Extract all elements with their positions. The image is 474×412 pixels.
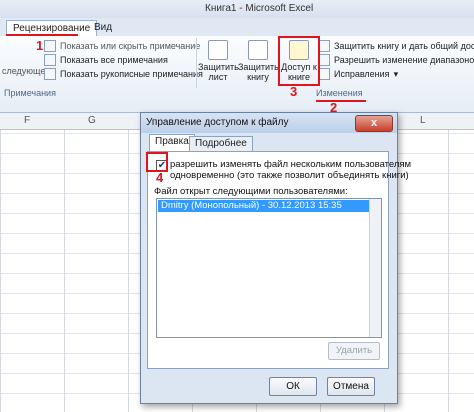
track-changes-button[interactable]: Исправления ▾ xyxy=(318,68,398,80)
annotation-number: 3 xyxy=(290,84,298,99)
annotation-underline xyxy=(316,100,366,102)
ink-icon xyxy=(44,68,56,80)
chevron-down-icon: ▾ xyxy=(393,68,399,79)
show-ink-label: Показать рукописные примечания xyxy=(60,69,203,79)
tab-editing[interactable]: Правка xyxy=(149,134,195,151)
group-notes-label: Примечания xyxy=(4,88,56,98)
show-ink-button[interactable]: Показать рукописные примечания xyxy=(44,68,203,80)
window-title: Книга1 - Microsoft Excel xyxy=(205,3,314,14)
annotation-box xyxy=(278,36,320,86)
show-all-notes-label: Показать все примечания xyxy=(60,55,168,65)
users-list-label: Файл открыт следующими пользователями: xyxy=(154,186,348,197)
annotation-number: 1 xyxy=(36,38,44,53)
annotation-box xyxy=(146,152,168,172)
protect-share-label: Защитить книгу и дать общий доступ xyxy=(334,41,474,51)
allow-ranges-button[interactable]: Разрешить изменение диапазонов xyxy=(318,54,474,66)
ok-button[interactable]: ОК xyxy=(269,377,317,396)
toggle-note-button[interactable]: Показать или скрыть примечание xyxy=(44,40,200,52)
protect-sheet-label: Защитить лист xyxy=(198,62,239,82)
dialog-title: Управление доступом к файлу xyxy=(146,117,289,128)
share-workbook-dialog: Управление доступом к файлу x Правка Под… xyxy=(140,112,411,404)
dialog-title-bar[interactable]: Управление доступом к файлу x xyxy=(141,113,397,133)
show-all-notes-button[interactable]: Показать все примечания xyxy=(44,54,168,66)
remove-user-button[interactable]: Удалить xyxy=(328,342,380,360)
allow-ranges-label: Разрешить изменение диапазонов xyxy=(334,55,474,65)
note-icon xyxy=(44,40,56,52)
toggle-note-label: Показать или скрыть примечание xyxy=(60,41,201,51)
close-icon: x xyxy=(370,117,378,129)
cancel-button[interactable]: Отмена xyxy=(327,377,375,396)
column-header[interactable]: L xyxy=(420,115,426,126)
protect-sheet-button[interactable]: Защитить лист xyxy=(198,40,239,84)
lock-sheet-icon xyxy=(208,40,228,60)
protect-share-button[interactable]: Защитить книгу и дать общий доступ xyxy=(318,40,474,52)
annotation-number: 4 xyxy=(156,170,164,185)
protect-book-label: Защитить книгу xyxy=(238,62,279,82)
checkbox-label-line1: разрешить изменять файл нескольким польз… xyxy=(170,159,412,170)
protect-book-button[interactable]: Защитить книгу xyxy=(238,40,279,84)
tab-view[interactable]: Вид xyxy=(88,20,118,35)
column-header[interactable]: F xyxy=(24,115,30,126)
lock-book-icon xyxy=(248,40,268,60)
column-header[interactable]: G xyxy=(88,115,96,126)
list-item[interactable]: Dmitry (Монопольный) - 30.12.2013 15:35 xyxy=(158,200,371,212)
annotation-underline xyxy=(6,34,78,36)
track-changes-label: Исправления xyxy=(334,69,390,79)
ribbon: следующее Показать или скрыть примечание… xyxy=(0,36,474,113)
dialog-tab-panel: ✔ разрешить изменять файл нескольким пол… xyxy=(147,151,411,369)
checkbox-label-line2: одновременно (это также позволит объедин… xyxy=(170,170,409,181)
close-button[interactable]: x xyxy=(355,115,393,132)
divider xyxy=(196,38,197,88)
users-list[interactable]: Dmitry (Монопольный) - 30.12.2013 15:35 xyxy=(156,198,382,338)
title-bar: Книга1 - Microsoft Excel xyxy=(0,0,474,19)
group-changes-label: Изменения xyxy=(316,88,363,98)
scrollbar[interactable] xyxy=(369,199,381,337)
notes-icon xyxy=(44,54,56,66)
tab-advanced[interactable]: Подробнее xyxy=(189,136,253,151)
